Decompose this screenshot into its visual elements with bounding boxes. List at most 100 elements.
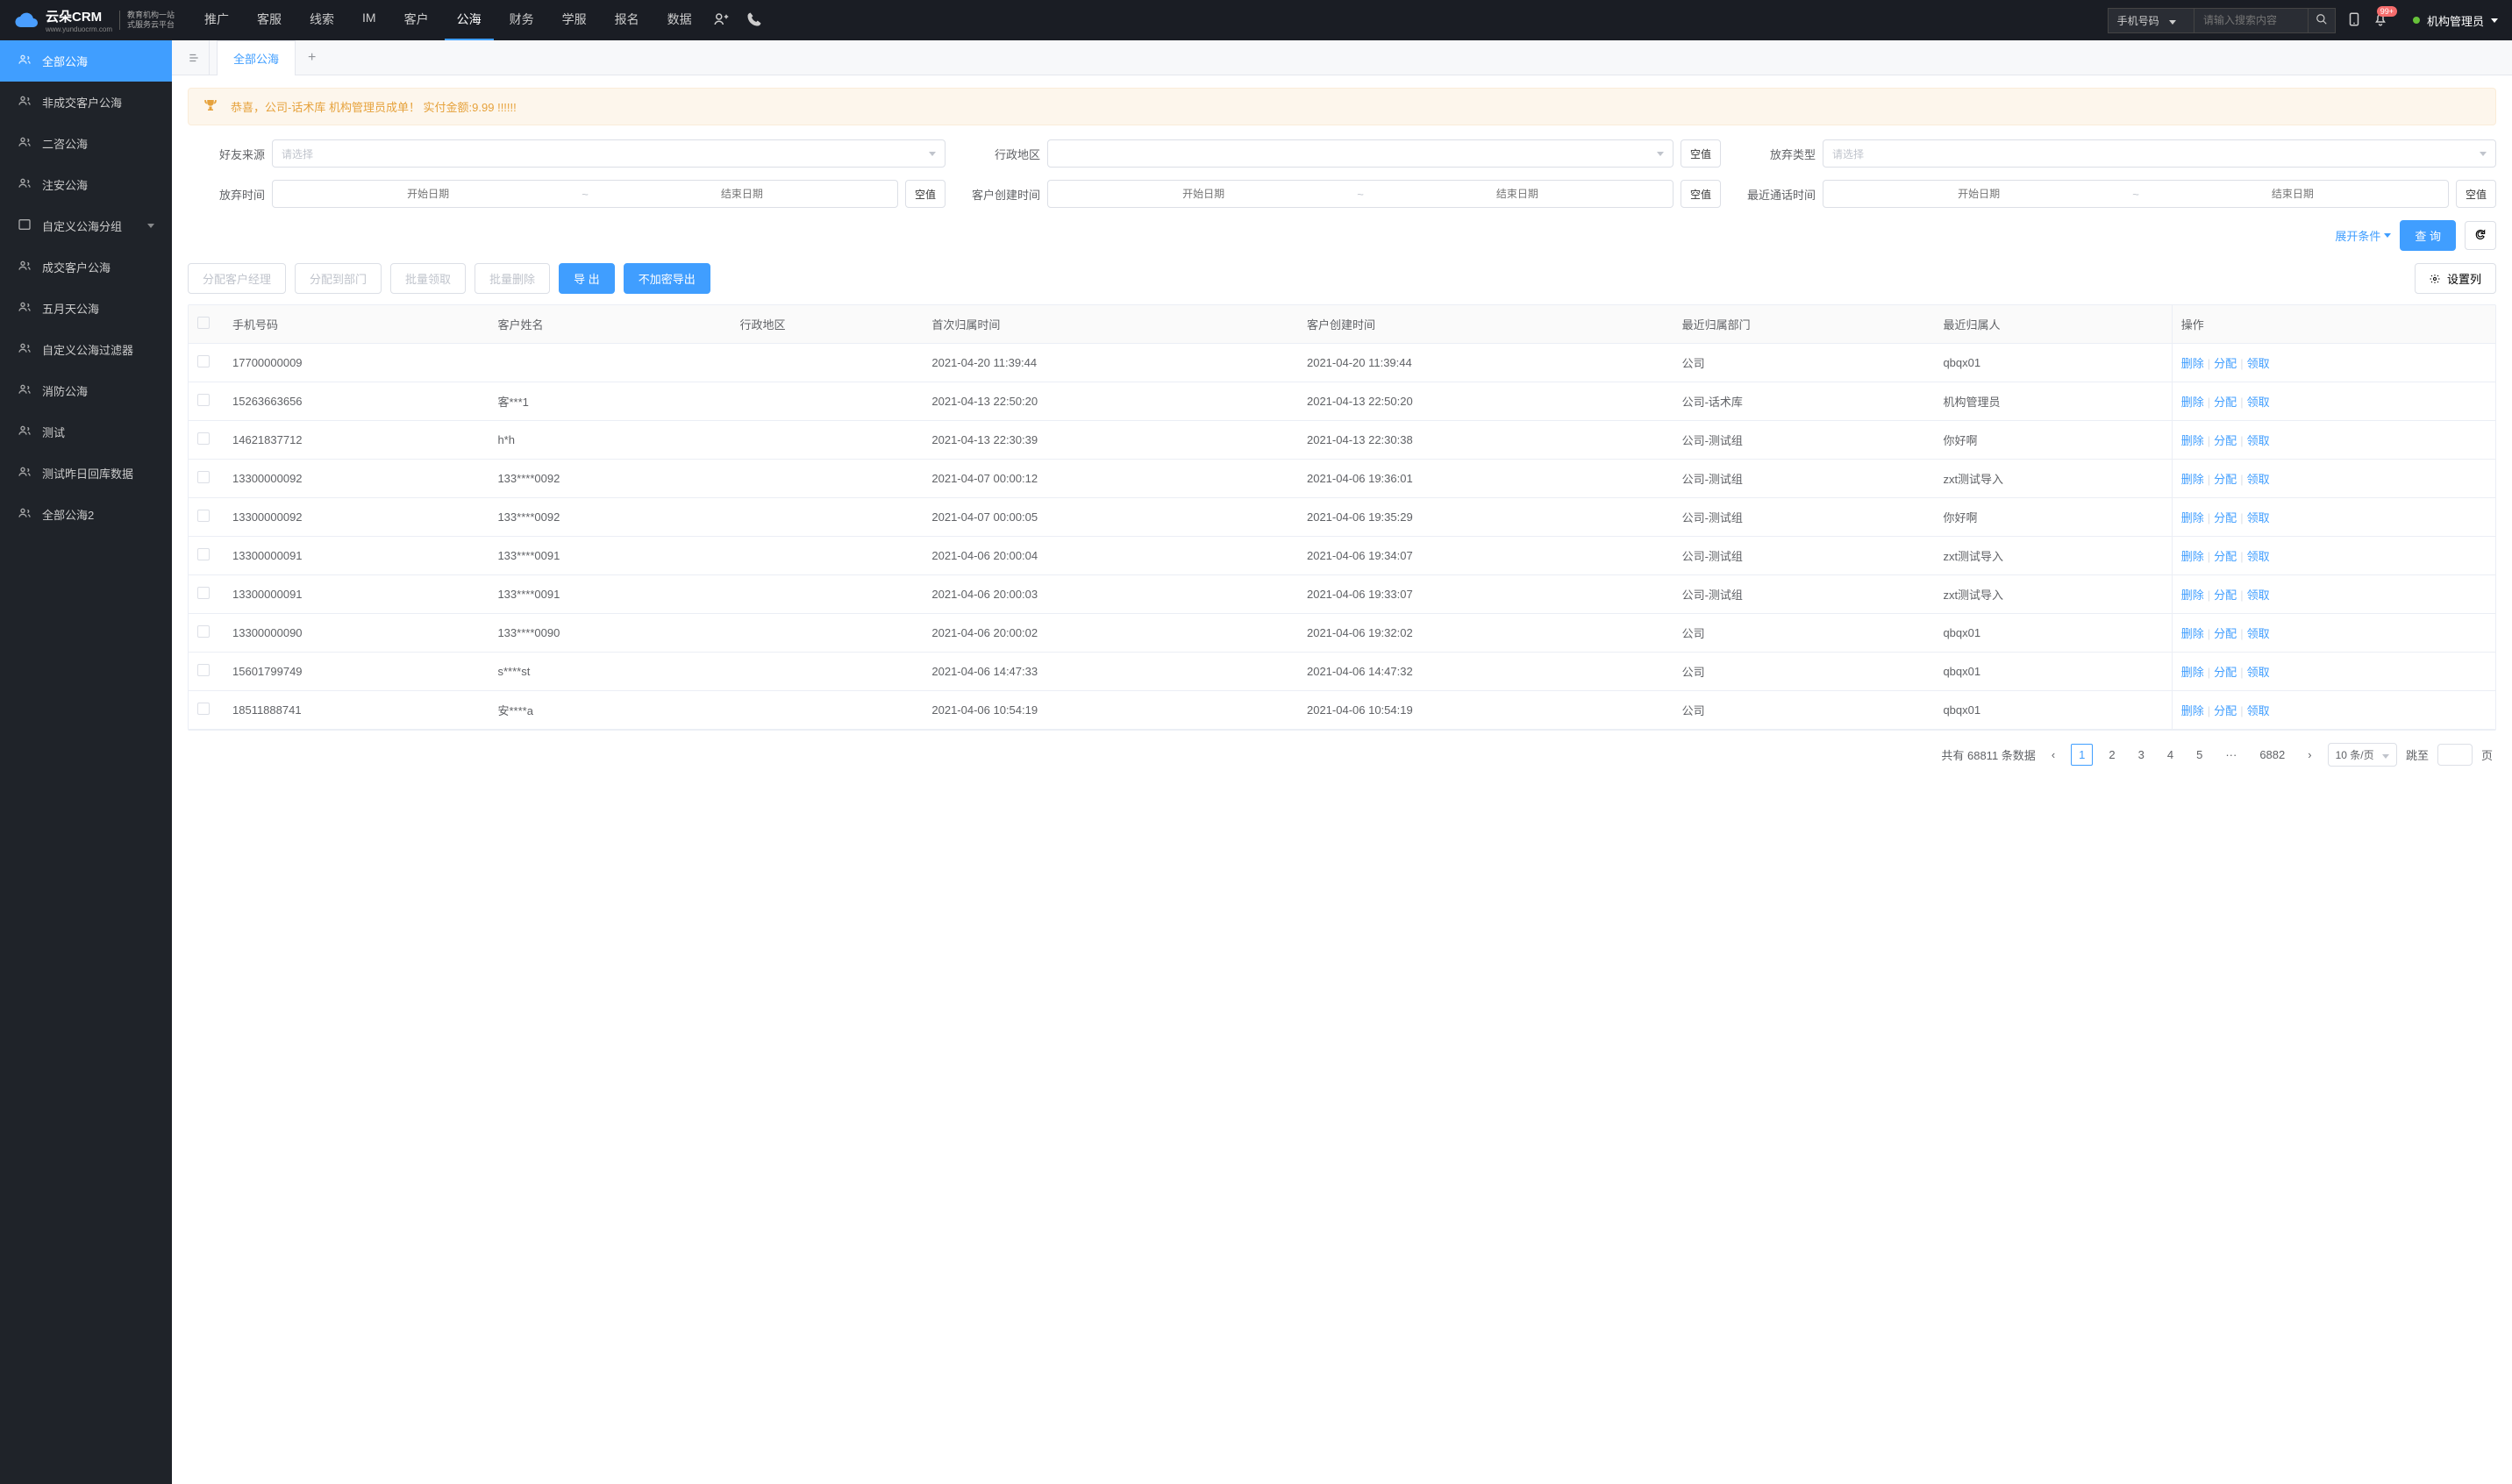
action-assign[interactable]: 分配 [2214,357,2237,370]
notification-icon[interactable]: 99+ [2373,11,2388,30]
device-icon[interactable] [2346,11,2362,30]
action-delete[interactable]: 删除 [2181,434,2204,447]
action-claim[interactable]: 领取 [2247,627,2270,640]
action-assign[interactable]: 分配 [2214,704,2237,717]
action-claim[interactable]: 领取 [2247,589,2270,602]
action-claim[interactable]: 领取 [2247,473,2270,486]
sidebar-item[interactable]: 自定义公海过滤器 [0,329,172,370]
row-checkbox[interactable] [197,471,210,483]
jump-input[interactable] [2437,744,2473,766]
nav-item[interactable]: 学服 [550,0,599,40]
filter-abandon-time-range[interactable]: ~ [272,180,898,208]
filter-recent-call-empty-btn[interactable]: 空值 [2456,180,2496,208]
sidebar-item[interactable]: 测试昨日回库数据 [0,453,172,494]
action-assign[interactable]: 分配 [2214,589,2237,602]
nav-item[interactable]: 财务 [497,0,546,40]
set-columns-button[interactable]: 设置列 [2415,263,2496,294]
filter-region-empty-btn[interactable]: 空值 [1681,139,1721,168]
batch-claim-button[interactable]: 批量领取 [390,263,466,294]
row-checkbox[interactable] [197,587,210,599]
sidebar-item[interactable]: 全部公海2 [0,494,172,535]
abandon-end-date[interactable] [594,188,890,200]
action-claim[interactable]: 领取 [2247,511,2270,524]
filter-source-select[interactable]: 请选择 [272,139,946,168]
sidebar-item[interactable]: 非成交客户公海 [0,82,172,123]
filter-abandon-time-empty-btn[interactable]: 空值 [905,180,946,208]
row-checkbox[interactable] [197,510,210,522]
action-assign[interactable]: 分配 [2214,396,2237,409]
action-claim[interactable]: 领取 [2247,434,2270,447]
phone-icon[interactable] [738,1,771,40]
page-5[interactable]: 5 [2189,745,2209,765]
sidebar-item[interactable]: 注安公海 [0,164,172,205]
query-button[interactable]: 查 询 [2400,220,2456,251]
action-assign[interactable]: 分配 [2214,627,2237,640]
page-ellipsis[interactable]: ··· [2218,745,2244,765]
row-checkbox[interactable] [197,548,210,560]
page-3[interactable]: 3 [2131,745,2152,765]
filter-region-select[interactable] [1047,139,1673,168]
page-1[interactable]: 1 [2071,744,2093,766]
nav-item[interactable]: 客服 [245,0,294,40]
row-checkbox[interactable] [197,664,210,676]
refresh-button[interactable] [2465,221,2496,250]
batch-delete-button[interactable]: 批量删除 [475,263,550,294]
action-assign[interactable]: 分配 [2214,473,2237,486]
assign-manager-button[interactable]: 分配客户经理 [188,263,286,294]
action-delete[interactable]: 删除 [2181,666,2204,679]
row-checkbox[interactable] [197,625,210,638]
nav-item[interactable]: 推广 [192,0,241,40]
nav-item[interactable]: 线索 [297,0,346,40]
abandon-start-date[interactable] [280,188,576,200]
logo[interactable]: 云朵CRM www.yunduocrm.com 教育机构一站 式服务云平台 [14,7,192,33]
export-button[interactable]: 导 出 [559,263,615,294]
action-delete[interactable]: 删除 [2181,704,2204,717]
action-delete[interactable]: 删除 [2181,396,2204,409]
nav-item[interactable]: 报名 [603,0,652,40]
nav-item[interactable]: 公海 [445,0,494,40]
recent-call-end-date[interactable] [2144,188,2441,200]
action-assign[interactable]: 分配 [2214,666,2237,679]
next-page-button[interactable]: › [2301,745,2318,765]
action-claim[interactable]: 领取 [2247,704,2270,717]
search-type-select[interactable]: 手机号码 [2108,8,2194,33]
nav-item[interactable]: 客户 [392,0,441,40]
sidebar-item[interactable]: 二咨公海 [0,123,172,164]
action-delete[interactable]: 删除 [2181,473,2204,486]
filter-abandon-type-select[interactable]: 请选择 [1823,139,2496,168]
page-4[interactable]: 4 [2160,745,2180,765]
select-all-checkbox[interactable] [197,317,210,329]
sidebar-item[interactable]: 自定义公海分组 [0,205,172,246]
tab-add-button[interactable]: + [296,50,328,66]
export-plain-button[interactable]: 不加密导出 [624,263,710,294]
action-delete[interactable]: 删除 [2181,550,2204,563]
row-checkbox[interactable] [197,432,210,445]
add-user-icon[interactable] [704,1,738,40]
page-last[interactable]: 6882 [2252,745,2292,765]
action-claim[interactable]: 领取 [2247,550,2270,563]
sidebar-item[interactable]: 全部公海 [0,40,172,82]
expand-filters-link[interactable]: 展开条件 [2335,227,2391,244]
action-delete[interactable]: 删除 [2181,627,2204,640]
nav-item[interactable]: IM [350,0,389,40]
tabs-collapse-icon[interactable] [179,40,210,75]
page-2[interactable]: 2 [2102,745,2122,765]
row-checkbox[interactable] [197,394,210,406]
action-claim[interactable]: 领取 [2247,666,2270,679]
action-assign[interactable]: 分配 [2214,434,2237,447]
search-input[interactable] [2194,8,2309,33]
prev-page-button[interactable]: ‹ [2045,745,2062,765]
sidebar-item[interactable]: 测试 [0,411,172,453]
sidebar-item[interactable]: 消防公海 [0,370,172,411]
tab-active[interactable]: 全部公海 [217,40,296,75]
filter-create-time-empty-btn[interactable]: 空值 [1681,180,1721,208]
sidebar-item[interactable]: 五月天公海 [0,288,172,329]
search-button[interactable] [2309,8,2336,33]
action-delete[interactable]: 删除 [2181,589,2204,602]
create-end-date[interactable] [1369,188,1666,200]
assign-dept-button[interactable]: 分配到部门 [295,263,382,294]
action-claim[interactable]: 领取 [2247,396,2270,409]
filter-recent-call-range[interactable]: ~ [1823,180,2449,208]
recent-call-start-date[interactable] [1830,188,2127,200]
filter-create-time-range[interactable]: ~ [1047,180,1673,208]
